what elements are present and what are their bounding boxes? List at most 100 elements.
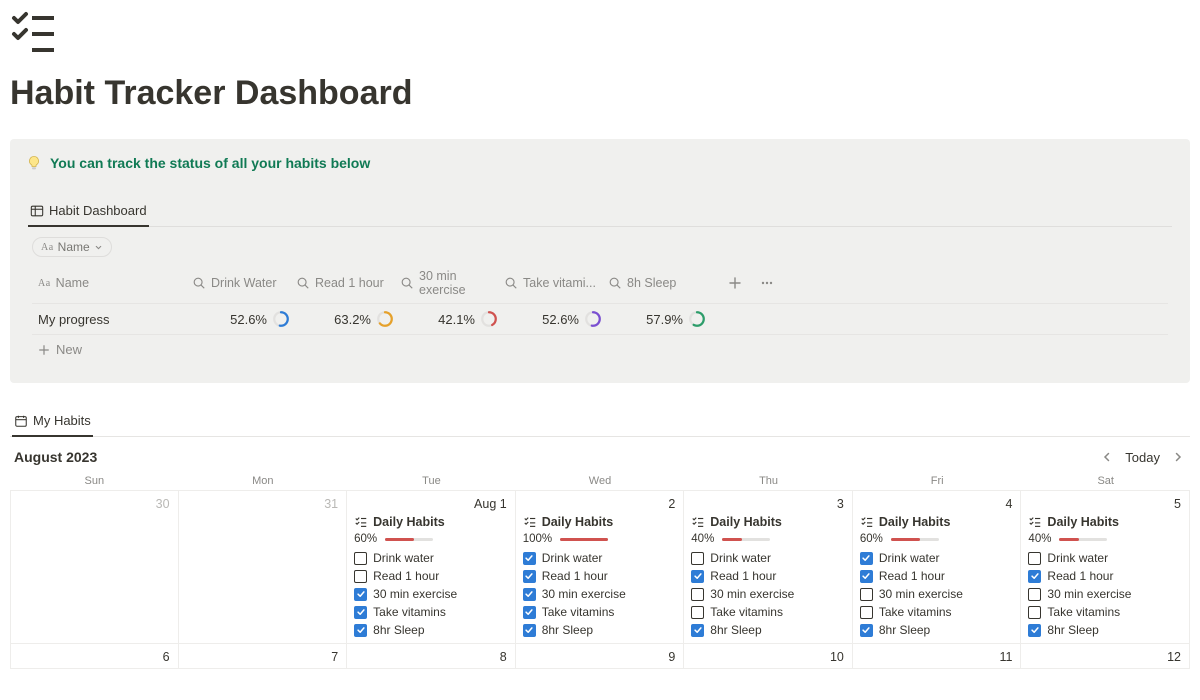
- habit-item[interactable]: Drink water: [691, 551, 845, 565]
- checkbox[interactable]: [860, 588, 873, 601]
- habit-item[interactable]: 30 min exercise: [1028, 587, 1182, 601]
- habit-item[interactable]: Read 1 hour: [1028, 569, 1182, 583]
- calendar-cell[interactable]: 31: [179, 490, 348, 643]
- habit-card-title[interactable]: Daily Habits: [860, 515, 1014, 529]
- habit-item[interactable]: 8hr Sleep: [523, 623, 677, 637]
- calendar-cell[interactable]: 6: [10, 643, 179, 669]
- checkbox[interactable]: [1028, 606, 1041, 619]
- checkbox[interactable]: [860, 570, 873, 583]
- calendar-cell[interactable]: Aug 1Daily Habits60%Drink waterRead 1 ho…: [347, 490, 516, 643]
- habit-item[interactable]: 30 min exercise: [523, 587, 677, 601]
- habit-item[interactable]: Take vitamins: [860, 605, 1014, 619]
- filter-chip-name[interactable]: Aa Name: [32, 237, 112, 257]
- add-column-button[interactable]: [726, 274, 744, 292]
- chevron-down-icon: [94, 243, 103, 252]
- calendar-cell[interactable]: 8: [347, 643, 516, 669]
- checkbox[interactable]: [354, 570, 367, 583]
- checkbox[interactable]: [1028, 552, 1041, 565]
- habit-item[interactable]: Drink water: [354, 551, 508, 565]
- checkbox[interactable]: [354, 606, 367, 619]
- checkbox[interactable]: [860, 552, 873, 565]
- habit-item[interactable]: Read 1 hour: [691, 569, 845, 583]
- habit-item[interactable]: 30 min exercise: [354, 587, 508, 601]
- calendar-cell[interactable]: 4Daily Habits60%Drink waterRead 1 hour30…: [853, 490, 1022, 643]
- habit-card-title[interactable]: Daily Habits: [1028, 515, 1182, 529]
- col-header-read[interactable]: Read 1 hour: [296, 276, 400, 290]
- col-header-exercise[interactable]: 30 min exercise: [400, 269, 504, 297]
- calendar-cell[interactable]: 7: [179, 643, 348, 669]
- table-row[interactable]: My progress 52.6% 63.2% 42.1% 52.6%: [32, 304, 1168, 335]
- habit-item[interactable]: 8hr Sleep: [354, 623, 508, 637]
- lightbulb-icon: [26, 155, 42, 171]
- cell-sleep: 57.9%: [608, 310, 712, 328]
- habit-item[interactable]: Drink water: [523, 551, 677, 565]
- calendar-cell[interactable]: 11: [853, 643, 1022, 669]
- checkbox[interactable]: [1028, 588, 1041, 601]
- app-logo-icon: [10, 8, 58, 56]
- checkbox[interactable]: [691, 606, 704, 619]
- habit-item-label: Read 1 hour: [710, 569, 776, 583]
- tab-label: Habit Dashboard: [49, 203, 147, 218]
- calendar-cell[interactable]: 5Daily Habits40%Drink waterRead 1 hour30…: [1021, 490, 1190, 643]
- habit-item[interactable]: Read 1 hour: [354, 569, 508, 583]
- checkbox[interactable]: [691, 588, 704, 601]
- checkbox[interactable]: [523, 588, 536, 601]
- calendar-cell[interactable]: 12: [1021, 643, 1190, 669]
- tab-my-habits[interactable]: My Habits: [12, 411, 93, 437]
- day-number: 10: [830, 650, 844, 664]
- habit-item[interactable]: Drink water: [1028, 551, 1182, 565]
- calendar-cell[interactable]: 2Daily Habits100%Drink waterRead 1 hour3…: [516, 490, 685, 643]
- prev-month-button[interactable]: [1099, 449, 1115, 465]
- habit-item-label: 30 min exercise: [879, 587, 963, 601]
- calendar-cell[interactable]: 9: [516, 643, 685, 669]
- habit-item[interactable]: 8hr Sleep: [860, 623, 1014, 637]
- checkbox[interactable]: [523, 606, 536, 619]
- day-number: 3: [837, 497, 844, 511]
- checkbox[interactable]: [354, 624, 367, 637]
- col-header-drink-water[interactable]: Drink Water: [192, 276, 296, 290]
- checkbox[interactable]: [860, 624, 873, 637]
- habit-item[interactable]: 8hr Sleep: [691, 623, 845, 637]
- calendar-cell[interactable]: 3Daily Habits40%Drink waterRead 1 hour30…: [684, 490, 853, 643]
- checkbox[interactable]: [354, 552, 367, 565]
- checkbox[interactable]: [691, 570, 704, 583]
- today-button[interactable]: Today: [1125, 450, 1160, 465]
- checkbox[interactable]: [691, 624, 704, 637]
- col-header-name[interactable]: Aa Name: [32, 276, 192, 290]
- habit-item[interactable]: Read 1 hour: [523, 569, 677, 583]
- callout-text: You can track the status of all your hab…: [50, 155, 370, 171]
- habit-item[interactable]: 30 min exercise: [691, 587, 845, 601]
- habit-item-label: Read 1 hour: [373, 569, 439, 583]
- habit-item[interactable]: Drink water: [860, 551, 1014, 565]
- checkbox[interactable]: [523, 624, 536, 637]
- calendar-cell[interactable]: 30: [10, 490, 179, 643]
- habit-card-title[interactable]: Daily Habits: [523, 515, 677, 529]
- tab-habit-dashboard[interactable]: Habit Dashboard: [28, 199, 149, 227]
- next-month-button[interactable]: [1170, 449, 1186, 465]
- habit-item[interactable]: Take vitamins: [1028, 605, 1182, 619]
- habit-item[interactable]: 30 min exercise: [860, 587, 1014, 601]
- habit-item[interactable]: Take vitamins: [691, 605, 845, 619]
- habit-item-label: Drink water: [710, 551, 771, 565]
- checkbox[interactable]: [523, 552, 536, 565]
- checkbox[interactable]: [860, 606, 873, 619]
- col-header-vitamins[interactable]: Take vitami...: [504, 276, 608, 290]
- checkbox[interactable]: [691, 552, 704, 565]
- checkbox[interactable]: [1028, 624, 1041, 637]
- habit-card-title[interactable]: Daily Habits: [354, 515, 508, 529]
- habit-item[interactable]: Take vitamins: [354, 605, 508, 619]
- checkbox[interactable]: [354, 588, 367, 601]
- calendar-cell[interactable]: 10: [684, 643, 853, 669]
- habit-item[interactable]: 8hr Sleep: [1028, 623, 1182, 637]
- habit-item-label: Take vitamins: [710, 605, 783, 619]
- new-row-button[interactable]: New: [32, 335, 1168, 359]
- col-header-sleep[interactable]: 8h Sleep: [608, 276, 712, 290]
- habit-item[interactable]: Read 1 hour: [860, 569, 1014, 583]
- day-number: 30: [156, 497, 170, 511]
- habit-item[interactable]: Take vitamins: [523, 605, 677, 619]
- checkbox[interactable]: [1028, 570, 1041, 583]
- more-options-button[interactable]: [758, 274, 776, 292]
- checkbox[interactable]: [523, 570, 536, 583]
- habit-card-title[interactable]: Daily Habits: [691, 515, 845, 529]
- day-number: 9: [668, 650, 675, 664]
